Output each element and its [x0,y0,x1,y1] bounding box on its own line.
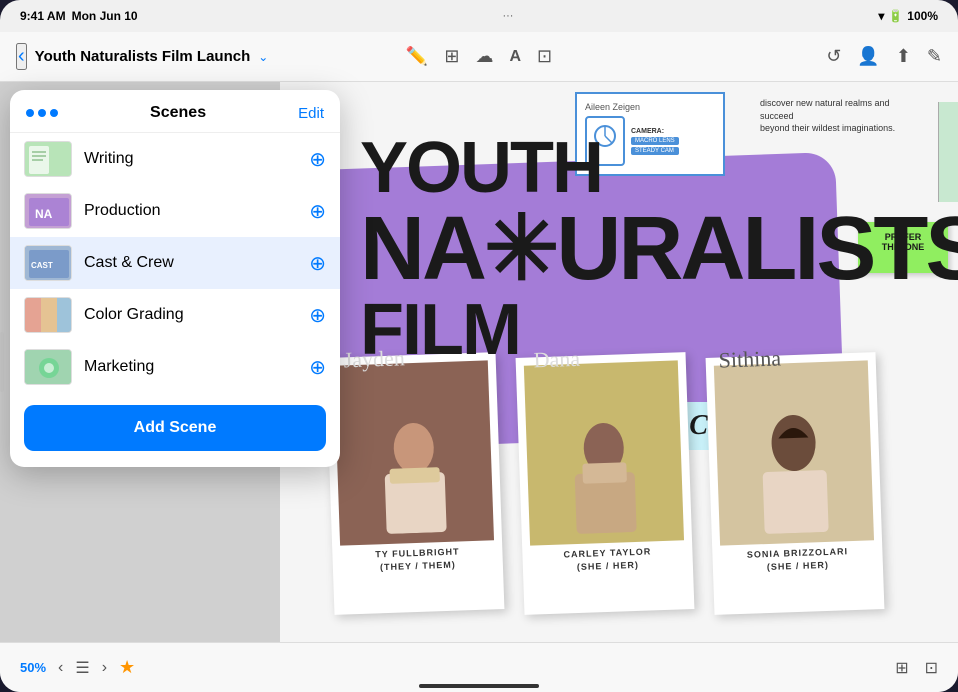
scene-item-marketing[interactable]: Marketing ⊕ [10,341,340,393]
scene-more-color[interactable]: ⊕ [309,303,326,328]
text-icon[interactable]: A [509,48,521,66]
image-icon[interactable]: ⊡ [537,46,552,67]
cast-card-carley: Dana CARLEY TAYLOR [516,352,695,615]
cast-card-ty: Jayden TY FULLBRIGH [326,352,505,615]
svg-text:CAST: CAST [31,261,53,270]
collaborators-icon[interactable]: 👤 [857,46,879,67]
status-bar-left: 9:41 AM Mon Jun 10 [20,9,138,23]
wifi-icon: ▾ [878,9,884,23]
cast-photo-ty [334,360,494,545]
add-scene-button[interactable]: Add Scene [24,405,326,451]
scene-more-cast[interactable]: ⊕ [309,251,326,276]
layout-icon[interactable]: ⊡ [925,658,938,678]
top-toolbar: ‹ Youth Naturalists Film Launch ⌄ ✏️ ⊞ ☁… [0,32,958,82]
scene-label-writing: Writing [84,150,297,168]
nav-back-button[interactable]: ‹ [58,659,63,677]
scene-item-production[interactable]: NA Production ⊕ [10,185,340,237]
dot-3 [50,109,58,117]
outline-icon[interactable]: ☰ [75,658,89,678]
back-chevron-icon: ‹ [18,45,25,68]
pencil-icon[interactable]: ✏️ [406,46,428,67]
scene-item-writing[interactable]: Writing ⊕ [10,133,340,185]
cast-photo-3: Sithina SONIA BRIZZ [710,355,880,612]
scene-thumb-writing [24,141,72,177]
scene-thumb-production: NA [24,193,72,229]
battery-icon: 🔋 [888,9,903,23]
edge-handle[interactable] [0,332,4,392]
film-title-youth: YOUTH [360,132,958,204]
title-chevron-icon[interactable]: ⌄ [258,50,268,64]
scene-label-marketing: Marketing [84,358,297,376]
nav-forward-button[interactable]: › [102,659,107,677]
cast-card-sonia: Sithina SONIA BRIZZ [706,352,885,615]
scene-thumb-color [24,297,72,333]
hierarchy-icon[interactable]: ⊞ [895,658,908,678]
film-title-block: YOUTH NA✳URALISTS FILM [360,132,958,366]
back-button[interactable]: ‹ [16,43,27,70]
cast-photos: Jayden TY FULLBRIGH [330,355,948,612]
scene-item-cast-crew[interactable]: CAST Cast & Crew ⊕ [10,237,340,289]
share-icon[interactable]: ⬆ [896,46,911,67]
status-time: 9:41 AM [20,9,66,23]
toolbar-center: ✏️ ⊞ ☁ A ⊡ [325,46,634,67]
cast-photo-sonia [714,360,874,545]
scene-more-writing[interactable]: ⊕ [309,147,326,172]
annotator-name: Aileen Zeigen [585,102,715,112]
scenes-dots [26,109,58,117]
battery-label: 100% [907,9,938,23]
grid-icon[interactable]: ⊞ [444,46,459,67]
scene-item-color-grading[interactable]: Color Grading ⊕ [10,289,340,341]
scenes-panel: Scenes Edit Writing ⊕ [10,90,340,467]
scenes-title: Scenes [150,104,206,122]
bottom-toolbar-right: ⊞ ⊡ [895,658,938,678]
cast-label-sonia: SONIA BRIZZOLARI (SHE / HER) [720,544,875,575]
cast-label-ty: TY FULLBRIGHT (THEY / THEM) [340,544,495,575]
toolbar-right: ↺ 👤 ⬆ ✎ [633,46,942,67]
toolbar-left: ‹ Youth Naturalists Film Launch ⌄ [16,43,325,70]
document-title: Youth Naturalists Film Launch [35,48,251,65]
scene-thumb-cast: CAST [24,245,72,281]
undo-icon[interactable]: ↺ [826,46,841,67]
cloud-icon[interactable]: ☁ [475,46,493,67]
home-indicator [419,684,539,688]
description-text: discover new natural realms and succeedb… [760,97,920,135]
status-date: Mon Jun 10 [72,9,138,23]
scene-more-marketing[interactable]: ⊕ [309,355,326,380]
status-bar-center: ··· [502,10,513,22]
cast-photo-1: Jayden TY FULLBRIGH [330,355,500,612]
cast-photo-carley [524,360,684,545]
svg-text:NA: NA [35,207,53,221]
cast-label-carley: CARLEY TAYLOR (SHE / HER) [530,544,685,575]
status-bar-right: ▾ 🔋 100% [878,9,938,23]
film-title-naturalists: NA✳URALISTS [360,204,958,294]
edit-icon[interactable]: ✎ [927,46,942,67]
zoom-level[interactable]: 50% [20,660,46,675]
scene-more-production[interactable]: ⊕ [309,199,326,224]
film-title-film: FILM [360,294,958,366]
bottom-toolbar-left: 50% ‹ ☰ › ★ [20,657,135,678]
star-icon[interactable]: ★ [119,657,135,678]
dot-2 [38,109,46,117]
scene-label-color: Color Grading [84,306,297,324]
scene-label-cast: Cast & Crew [84,254,297,272]
scenes-edit-button[interactable]: Edit [298,105,324,122]
cast-photo-2: Dana CARLEY TAYLOR [520,355,690,612]
scene-label-production: Production [84,202,297,220]
scenes-header: Scenes Edit [10,90,340,133]
film-slide: YOUTH NA✳URALISTS FILM Aileen Zeigen [280,82,958,642]
scene-thumb-marketing [24,349,72,385]
status-bar: 9:41 AM Mon Jun 10 ··· ▾ 🔋 100% [0,0,958,32]
dot-1 [26,109,34,117]
